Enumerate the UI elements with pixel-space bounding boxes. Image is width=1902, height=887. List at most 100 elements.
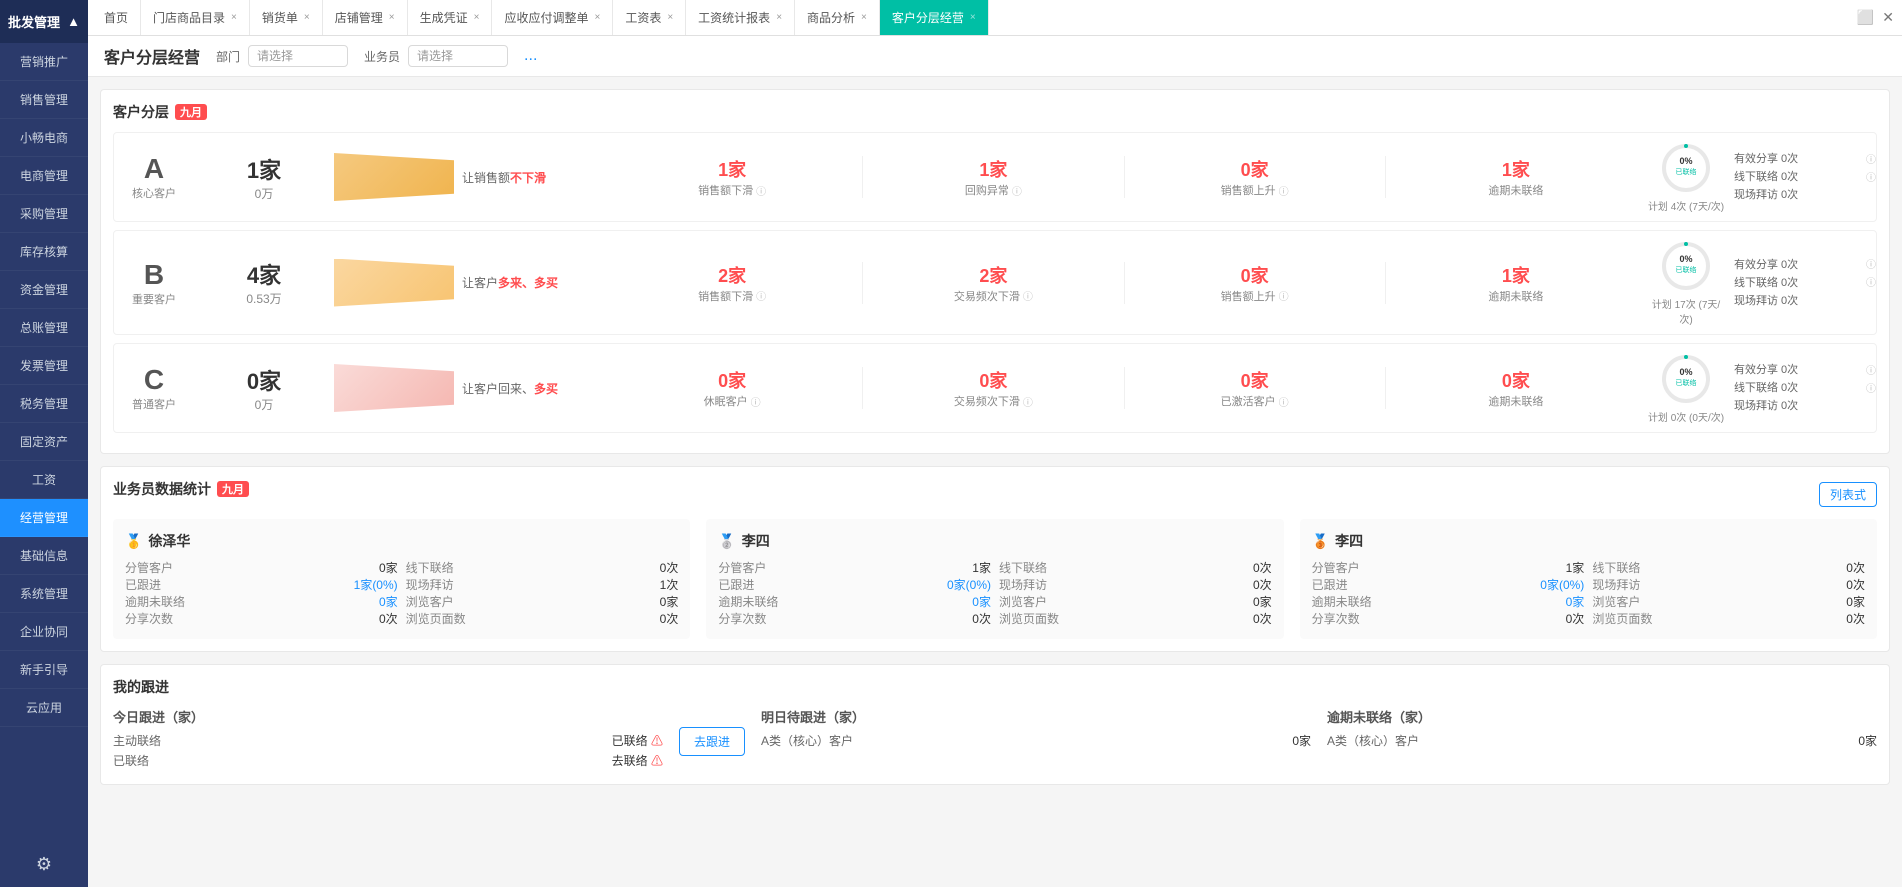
stat-a-3-value: 0家 bbox=[1129, 156, 1381, 182]
tier-stats-a: 1家 销售额下滑 ⓘ 1家 回购异常 ⓘ 0家 销售额上升 ⓘ 1家 逾期未联络 bbox=[602, 156, 1646, 198]
svg-text:0%: 0% bbox=[1679, 254, 1692, 264]
sidebar-item-新手引导[interactable]: 新手引导 bbox=[0, 651, 88, 689]
staff-card-0: 🥇徐泽华分管客户0家已跟进1家(0%)逾期未联络0家分享次数0次线下联络0次现场… bbox=[113, 519, 690, 639]
staff-left-stat-2-1: 已跟进 0家(0%) bbox=[1312, 576, 1585, 593]
tier-slogan-a: 让销售额不下滑 bbox=[462, 169, 602, 186]
stat-value[interactable]: 0家 bbox=[379, 593, 398, 610]
sidebar-item-电商管理[interactable]: 电商管理 bbox=[0, 157, 88, 195]
right-stat-b-visit: 现场拜访 0次 bbox=[1734, 292, 1876, 308]
circle-a: 0% 已联络 计划 4次 (7天/次) bbox=[1646, 141, 1726, 213]
sidebar-item-工资[interactable]: 工资 bbox=[0, 461, 88, 499]
sidebar-item-云应用[interactable]: 云应用 bbox=[0, 689, 88, 727]
tier-stats-c: 0家 休眠客户 ⓘ 0家 交易频次下滑 ⓘ 0家 已激活客户 ⓘ 0家 逾期未联… bbox=[602, 367, 1646, 409]
tab-客户分层经营[interactable]: 客户分层经营× bbox=[880, 0, 989, 36]
tier-count-a: 1家 bbox=[194, 153, 334, 185]
tier-name-c: 普通客户 bbox=[114, 396, 194, 412]
stat-a-1: 1家 销售额下滑 ⓘ bbox=[602, 156, 863, 198]
sidebar-title: 批发管理 bbox=[8, 12, 60, 31]
sidebar-item-小畅电商[interactable]: 小畅电商 bbox=[0, 119, 88, 157]
stat-c-2-label: 交易频次下滑 ⓘ bbox=[867, 393, 1119, 409]
sidebar-collapse-icon[interactable]: ▲ bbox=[67, 14, 80, 29]
tier-main-c: 0家 0万 bbox=[194, 360, 334, 417]
customer-month-badge: 九月 bbox=[175, 104, 207, 120]
stat-value[interactable]: 0家 bbox=[972, 593, 991, 610]
tab-close-客户分层经营[interactable]: × bbox=[970, 12, 976, 23]
sidebar-item-企业协同[interactable]: 企业协同 bbox=[0, 613, 88, 651]
info-icon: ⓘ bbox=[1279, 394, 1289, 409]
sidebar-item-基础信息[interactable]: 基础信息 bbox=[0, 537, 88, 575]
sidebar-item-总账管理[interactable]: 总账管理 bbox=[0, 309, 88, 347]
sidebar-footer[interactable]: ⚙ bbox=[0, 842, 88, 887]
sidebar-item-库存核算[interactable]: 库存核算 bbox=[0, 233, 88, 271]
maximize-icon[interactable]: ⬜ bbox=[1857, 9, 1874, 26]
tier-stats-b: 2家 销售额下滑 ⓘ 2家 交易频次下滑 ⓘ 0家 销售额上升 ⓘ 1家 逾期未… bbox=[602, 262, 1646, 304]
close-icon[interactable]: ✕ bbox=[1882, 9, 1894, 26]
info-icon: ⓘ bbox=[1023, 288, 1033, 303]
staff-left-col-1: 分管客户1家已跟进0家(0%)逾期未联络0家分享次数0次 bbox=[718, 559, 991, 627]
tab-应收应付调整单[interactable]: 应收应付调整单× bbox=[492, 0, 613, 36]
tab-生成凭证[interactable]: 生成凭证× bbox=[408, 0, 493, 36]
stat-value[interactable]: 1家(0%) bbox=[354, 576, 398, 593]
tab-工资统计报表[interactable]: 工资统计报表× bbox=[686, 0, 795, 36]
tab-close-店铺管理[interactable]: × bbox=[389, 12, 395, 23]
followup-row-a-today: 主动联络 已联络 ⚠ bbox=[113, 732, 663, 749]
tomorrow-col-title: 明日待跟进（家） bbox=[761, 707, 1311, 726]
tab-门店商品目录[interactable]: 门店商品目录× bbox=[141, 0, 250, 36]
sidebar-item-发票管理[interactable]: 发票管理 bbox=[0, 347, 88, 385]
stat-label: 已跟进 bbox=[1312, 576, 1348, 593]
stat-value: 0家 bbox=[1253, 593, 1272, 610]
stat-c-2: 0家 交易频次下滑 ⓘ bbox=[863, 367, 1124, 409]
dept-label: 部门 bbox=[216, 48, 240, 65]
stat-label: 线下联络 bbox=[406, 559, 454, 576]
sidebar-item-固定资产[interactable]: 固定资产 bbox=[0, 423, 88, 461]
goto-followup-button[interactable]: 去跟进 bbox=[679, 727, 745, 756]
staff-section: 业务员数据统计 九月 列表式 🥇徐泽华分管客户0家已跟进1家(0%)逾期未联络0… bbox=[100, 466, 1890, 652]
staff-right-stat-0-2: 浏览客户0家 bbox=[406, 593, 679, 610]
sidebar-item-经营管理[interactable]: 经营管理 bbox=[0, 499, 88, 537]
staff-right-stat-1-0: 线下联络0次 bbox=[999, 559, 1272, 576]
tab-店铺管理[interactable]: 店铺管理× bbox=[323, 0, 408, 36]
followup-row-b-today: 已联络 去联络 ⚠ bbox=[113, 752, 663, 769]
tab-首页[interactable]: 首页 bbox=[92, 0, 141, 36]
tab-close-工资表[interactable]: × bbox=[667, 12, 673, 23]
stat-value[interactable]: 0家(0%) bbox=[1540, 576, 1584, 593]
stat-value[interactable]: 0家(0%) bbox=[947, 576, 991, 593]
stat-b-2-value: 2家 bbox=[867, 262, 1119, 288]
tab-商品分析[interactable]: 商品分析× bbox=[795, 0, 880, 36]
list-view-button[interactable]: 列表式 bbox=[1819, 482, 1877, 507]
tab-close-门店商品目录[interactable]: × bbox=[231, 12, 237, 23]
tab-工资表[interactable]: 工资表× bbox=[613, 0, 686, 36]
followup-today-col: 今日跟进（家） 主动联络 已联络 ⚠ 已联络 去联络 ⚠ bbox=[113, 707, 663, 772]
sidebar-item-系统管理[interactable]: 系统管理 bbox=[0, 575, 88, 613]
circle-plan-b: 计划 17次 (7天/次) bbox=[1646, 296, 1726, 326]
tab-close-工资统计报表[interactable]: × bbox=[776, 12, 782, 23]
sidebar-item-资金管理[interactable]: 资金管理 bbox=[0, 271, 88, 309]
staff-title-text: 业务员数据统计 bbox=[113, 479, 211, 499]
tab-close-销货单[interactable]: × bbox=[304, 12, 310, 23]
staff-grid: 🥇徐泽华分管客户0家已跟进1家(0%)逾期未联络0家分享次数0次线下联络0次现场… bbox=[113, 519, 1877, 639]
sidebar-item-销售管理[interactable]: 销售管理 bbox=[0, 81, 88, 119]
tab-close-商品分析[interactable]: × bbox=[861, 12, 867, 23]
sidebar-item-营销推广[interactable]: 营销推广 bbox=[0, 43, 88, 81]
row-label: 已联络 bbox=[113, 752, 149, 769]
stat-a-2-value: 1家 bbox=[867, 156, 1119, 182]
info-icon: ⓘ bbox=[1012, 183, 1022, 198]
sidebar-header[interactable]: 批发管理 ▲ bbox=[0, 0, 88, 43]
dept-select[interactable]: 请选择 bbox=[248, 45, 348, 67]
stat-value: 0次 bbox=[1253, 576, 1272, 593]
tab-销货单[interactable]: 销货单× bbox=[250, 0, 323, 36]
tier-row-b: B 重要客户 4家 0.53万 让客户多来、多买 2家 销售额下滑 ⓘ bbox=[113, 230, 1877, 335]
more-filter-icon[interactable]: ... bbox=[524, 47, 537, 65]
row-val: 已联络 ⚠ bbox=[612, 732, 663, 749]
sidebar-item-税务管理[interactable]: 税务管理 bbox=[0, 385, 88, 423]
stat-c-3-label: 已激活客户 ⓘ bbox=[1129, 393, 1381, 409]
tab-close-生成凭证[interactable]: × bbox=[474, 12, 480, 23]
tab-close-应收应付调整单[interactable]: × bbox=[594, 12, 600, 23]
overdue-col-title: 逾期未联络（家） bbox=[1327, 707, 1877, 726]
right-stats-b: 有效分享 0次ⓘ 线下联络 0次ⓘ 现场拜访 0次 bbox=[1726, 256, 1876, 310]
staff-select[interactable]: 请选择 bbox=[408, 45, 508, 67]
stat-value[interactable]: 0家 bbox=[1566, 593, 1585, 610]
staff-left-stat-2-0: 分管客户1家 bbox=[1312, 559, 1585, 576]
staff-name-0: 徐泽华 bbox=[148, 531, 190, 551]
sidebar-item-采购管理[interactable]: 采购管理 bbox=[0, 195, 88, 233]
